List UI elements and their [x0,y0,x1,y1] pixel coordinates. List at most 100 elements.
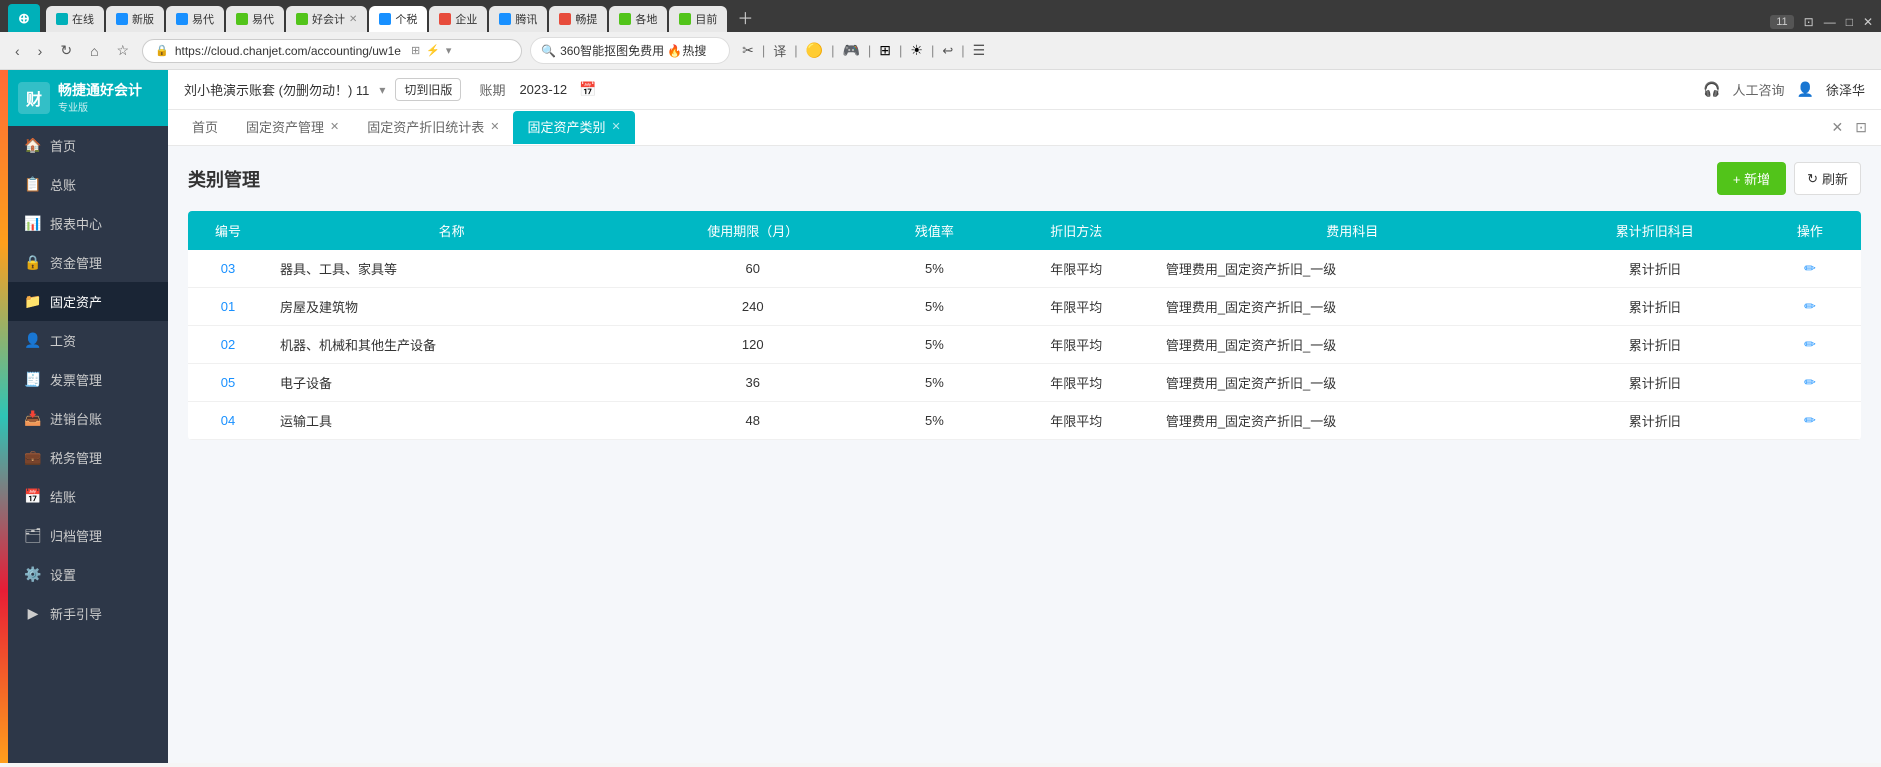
browser-tab-yidai2[interactable]: 易代 [226,6,284,32]
sidebar-item-stock[interactable]: 📥 进销台账 [8,399,168,438]
table-row: 01 房屋及建筑物 240 5% 年限平均 管理费用_固定资产折旧_一级 累计折… [188,288,1861,326]
sidebar-item-settings[interactable]: ⚙️ 设置 [8,555,168,594]
action-buttons: + 新增 ↻ 刷新 [1717,162,1861,195]
sidebar-item-fixed-assets[interactable]: 📁 固定资产 [8,282,168,321]
dropdown-icon[interactable]: ▾ [379,83,385,97]
edit-icon[interactable]: ✏ [1804,298,1816,314]
search-bar[interactable]: 🔍 360智能抠图免费用 🔥热搜 [530,37,730,64]
sidebar-item-tax[interactable]: 💼 税务管理 [8,438,168,477]
table-row: 02 机器、机械和其他生产设备 120 5% 年限平均 管理费用_固定资产折旧_… [188,326,1861,364]
home-button[interactable]: ⌂ [85,41,103,61]
cell-expense: 管理费用_固定资产折旧_一级 [1154,326,1551,364]
fixed-assets-icon: 📁 [24,293,42,311]
tab-close-haokuaiji[interactable]: ✕ [349,14,357,25]
cell-method: 年限平均 [999,364,1154,402]
forward-button[interactable]: › [33,41,48,61]
browser-tab-qiye[interactable]: 企业 [429,6,487,32]
cell-period: 60 [635,250,870,288]
tab-asset-category[interactable]: 固定资产类别 ✕ [513,111,634,144]
close-window-icon[interactable]: ✕ [1863,15,1873,29]
edit-icon[interactable]: ✏ [1804,374,1816,390]
back-button[interactable]: ‹ [10,41,25,61]
cell-action[interactable]: ✏ [1759,326,1861,364]
edit-icon[interactable]: ✏ [1804,412,1816,428]
wallet-icon[interactable]: 🟡 [806,42,823,59]
sidebar-item-finance[interactable]: 🔒 资金管理 [8,243,168,282]
browser-tab-gedi[interactable]: 各地 [609,6,667,32]
sidebar-item-salary[interactable]: 👤 工资 [8,321,168,360]
browser-tab-zaixin[interactable]: 在线 [46,6,104,32]
browser-tab-xinban[interactable]: 新版 [106,6,164,32]
ledger-icon: 📋 [24,176,42,194]
tab-depreciation-table[interactable]: 固定资产折旧统计表 ✕ [353,111,513,144]
cell-method: 年限平均 [999,326,1154,364]
tab-close-depreciation[interactable]: ✕ [490,120,499,133]
minimize-icon[interactable]: — [1824,15,1836,29]
cell-action[interactable]: ✏ [1759,250,1861,288]
bookmark-button[interactable]: ☆ [112,40,135,61]
cell-accumulated: 累计折旧 [1551,326,1759,364]
sidebar-item-closing[interactable]: 📅 结账 [8,477,168,516]
browser-tab-haokuaiji[interactable]: 好会计 ✕ [286,6,367,32]
browser-tab-yidai1[interactable]: 易代 [166,6,224,32]
game-icon[interactable]: 🎮 [842,42,859,59]
sidebar-item-home[interactable]: 🏠 首页 [8,126,168,165]
edit-icon[interactable]: ✏ [1804,260,1816,276]
top-bar: 刘小艳演示账套 (勿删勿动！) 11 ▾ 切到旧版 账期 2023-12 📅 🎧… [168,70,1881,110]
address-bar[interactable]: 🔒 https://cloud.chanjet.com/accounting/u… [142,39,522,63]
sidebar-item-reports[interactable]: 📊 报表中心 [8,204,168,243]
sidebar-item-invoice[interactable]: 🧾 发票管理 [8,360,168,399]
sidebar-item-archive[interactable]: 🗂 归档管理 [8,516,168,555]
cell-expense: 管理费用_固定资产折旧_一级 [1154,288,1551,326]
maximize-icon[interactable]: □ [1846,15,1853,29]
cell-name: 机器、机械和其他生产设备 [268,326,635,364]
sidebar-item-guide[interactable]: ▶ 新手引导 [8,594,168,633]
consult-label[interactable]: 人工咨询 [1733,80,1785,99]
browser-tab-geshuei[interactable]: 个税 [369,6,427,32]
tab-close-category[interactable]: ✕ [612,120,621,133]
browser-tab-tengxun[interactable]: 腾讯 [489,6,547,32]
home-icon: 🏠 [24,137,42,155]
reload-button[interactable]: ↻ [55,40,77,61]
cell-code: 03 [188,250,268,288]
cell-name: 器具、工具、家具等 [268,250,635,288]
menu-icon[interactable]: ☰ [973,42,986,59]
scissors-icon[interactable]: ✂ [742,42,754,59]
cell-period: 240 [635,288,870,326]
sidebar-item-ledger[interactable]: 📋 总账 [8,165,168,204]
switch-version-button[interactable]: 切到旧版 [395,78,461,101]
add-button[interactable]: + 新增 [1717,162,1786,195]
edit-icon[interactable]: ✏ [1804,336,1816,352]
cell-name: 房屋及建筑物 [268,288,635,326]
tab-close-window[interactable]: ✕ [1824,119,1852,136]
period-label: 账期 [479,80,505,99]
refresh-button[interactable]: ↻ 刷新 [1794,162,1861,195]
username[interactable]: 徐泽华 [1826,80,1865,99]
tab-add-btn[interactable]: ＋ [737,5,753,32]
browser-tab-muqian[interactable]: 目前 [669,6,727,32]
gear-icon: ⚙️ [24,566,42,584]
cell-period: 36 [635,364,870,402]
tab-count-badge: 11 [1770,15,1793,29]
tab-home[interactable]: 首页 [178,111,232,144]
content-area: 类别管理 + 新增 ↻ 刷新 编号 名称 使用期限（月） 残值率 [168,146,1881,763]
cell-method: 年限平均 [999,250,1154,288]
tab-fixed-asset-mgmt[interactable]: 固定资产管理 ✕ [232,111,353,144]
table-row: 05 电子设备 36 5% 年限平均 管理费用_固定资产折旧_一级 累计折旧 ✏ [188,364,1861,402]
cell-method: 年限平均 [999,288,1154,326]
grid-icon[interactable]: ⊞ [879,42,891,59]
cell-accumulated: 累计折旧 [1551,402,1759,440]
tab-close-mgmt[interactable]: ✕ [330,120,339,133]
translate-icon[interactable]: 译 [773,41,786,60]
cell-action[interactable]: ✏ [1759,364,1861,402]
cell-action[interactable]: ✏ [1759,402,1861,440]
browser-tab-changjuan[interactable]: 畅提 [549,6,607,32]
tab-expand-icon[interactable]: ⊡ [1851,119,1871,136]
undo-icon[interactable]: ↩ [942,43,953,59]
brightness-icon[interactable]: ☀ [910,42,923,59]
invoice-icon: 🧾 [24,371,42,389]
settings-icon[interactable]: ⊡ [1804,15,1814,29]
col-header-method: 折旧方法 [999,211,1154,250]
calendar-icon[interactable]: 📅 [579,81,596,98]
cell-action[interactable]: ✏ [1759,288,1861,326]
